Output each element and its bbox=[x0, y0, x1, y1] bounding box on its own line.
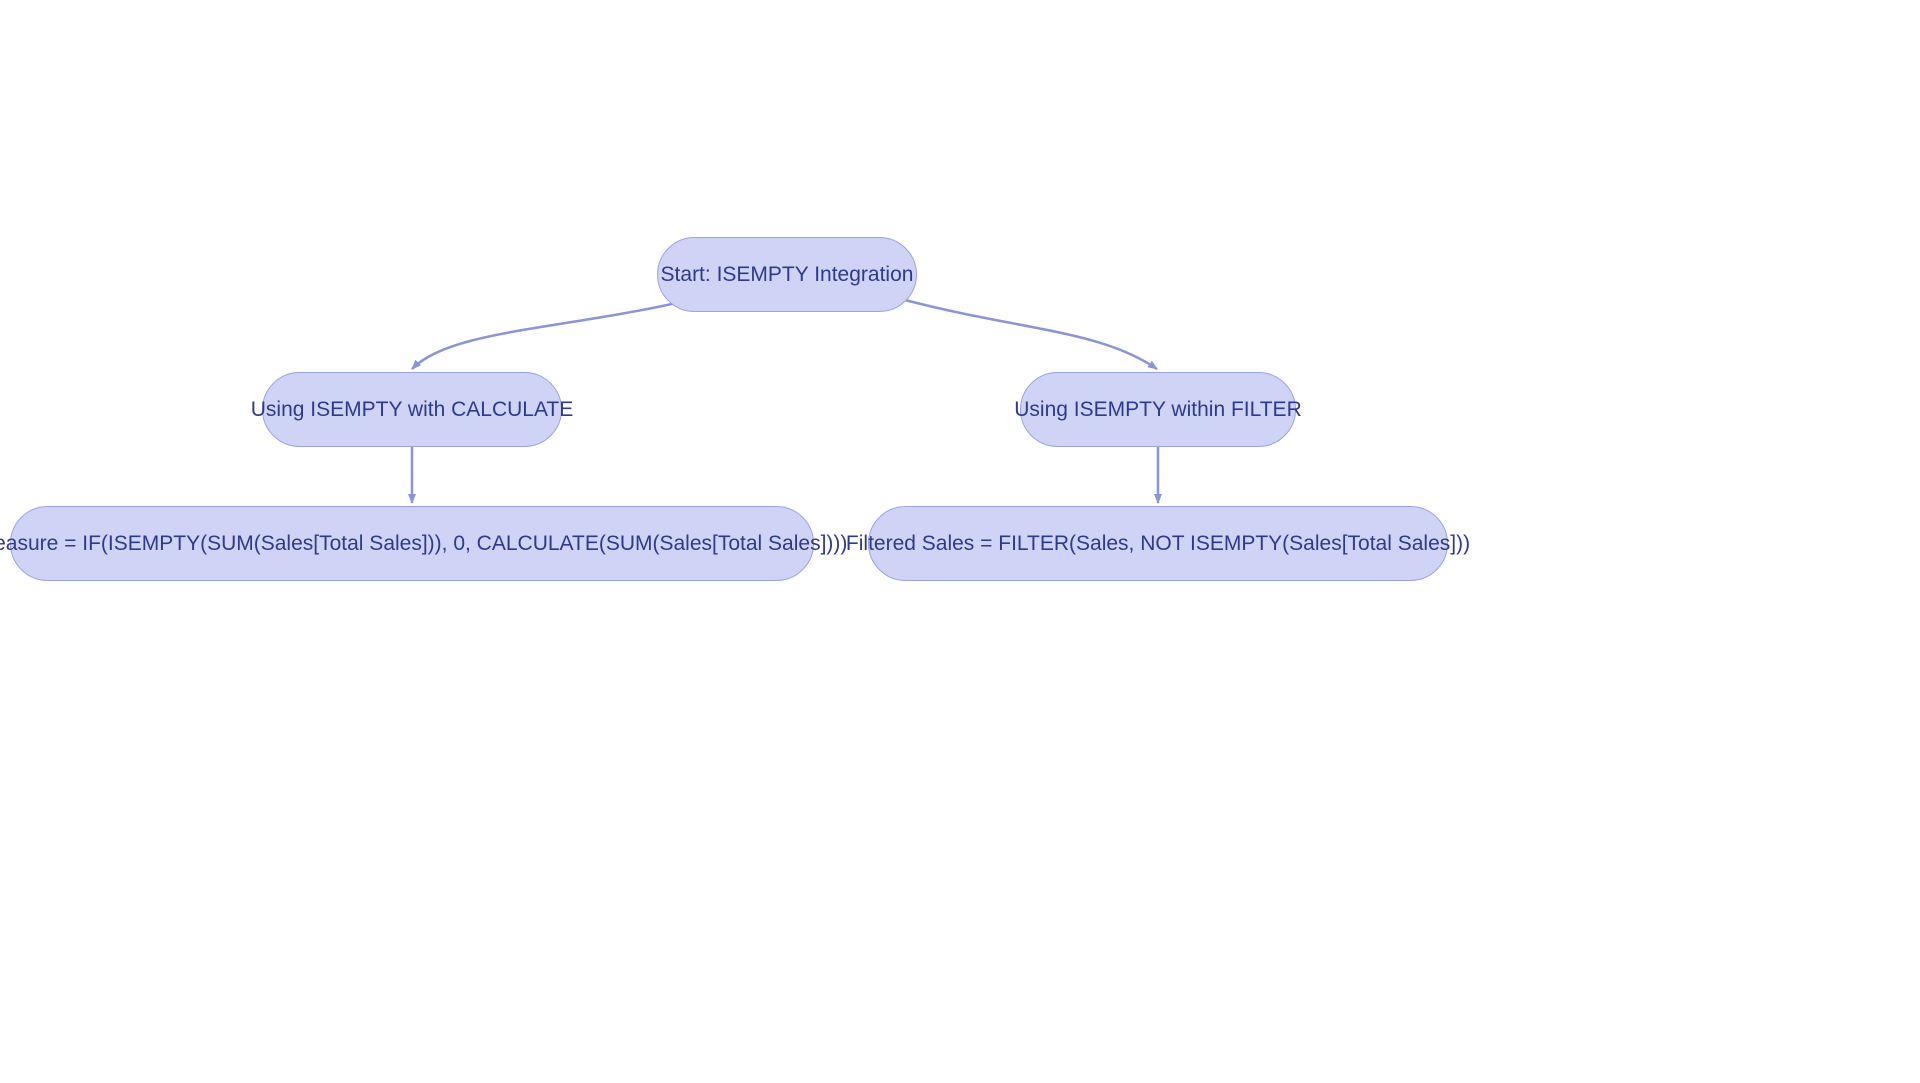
edge-start-to-filter bbox=[905, 300, 1157, 369]
node-calculate-label: Using ISEMPTY with CALCULATE bbox=[251, 398, 574, 422]
node-filtered-sales: Filtered Sales = FILTER(Sales, NOT ISEMP… bbox=[868, 506, 1448, 581]
node-measure: Measure = IF(ISEMPTY(SUM(Sales[Total Sal… bbox=[10, 506, 814, 581]
node-measure-label: Measure = IF(ISEMPTY(SUM(Sales[Total Sal… bbox=[0, 532, 847, 556]
node-filter-label: Using ISEMPTY within FILTER bbox=[1014, 398, 1301, 422]
node-calculate: Using ISEMPTY with CALCULATE bbox=[262, 372, 562, 447]
node-filtered-sales-label: Filtered Sales = FILTER(Sales, NOT ISEMP… bbox=[846, 532, 1470, 556]
node-start: Start: ISEMPTY Integration bbox=[657, 237, 917, 312]
node-filter: Using ISEMPTY within FILTER bbox=[1020, 372, 1296, 447]
node-start-label: Start: ISEMPTY Integration bbox=[661, 263, 914, 287]
edge-start-to-calculate bbox=[412, 300, 690, 369]
